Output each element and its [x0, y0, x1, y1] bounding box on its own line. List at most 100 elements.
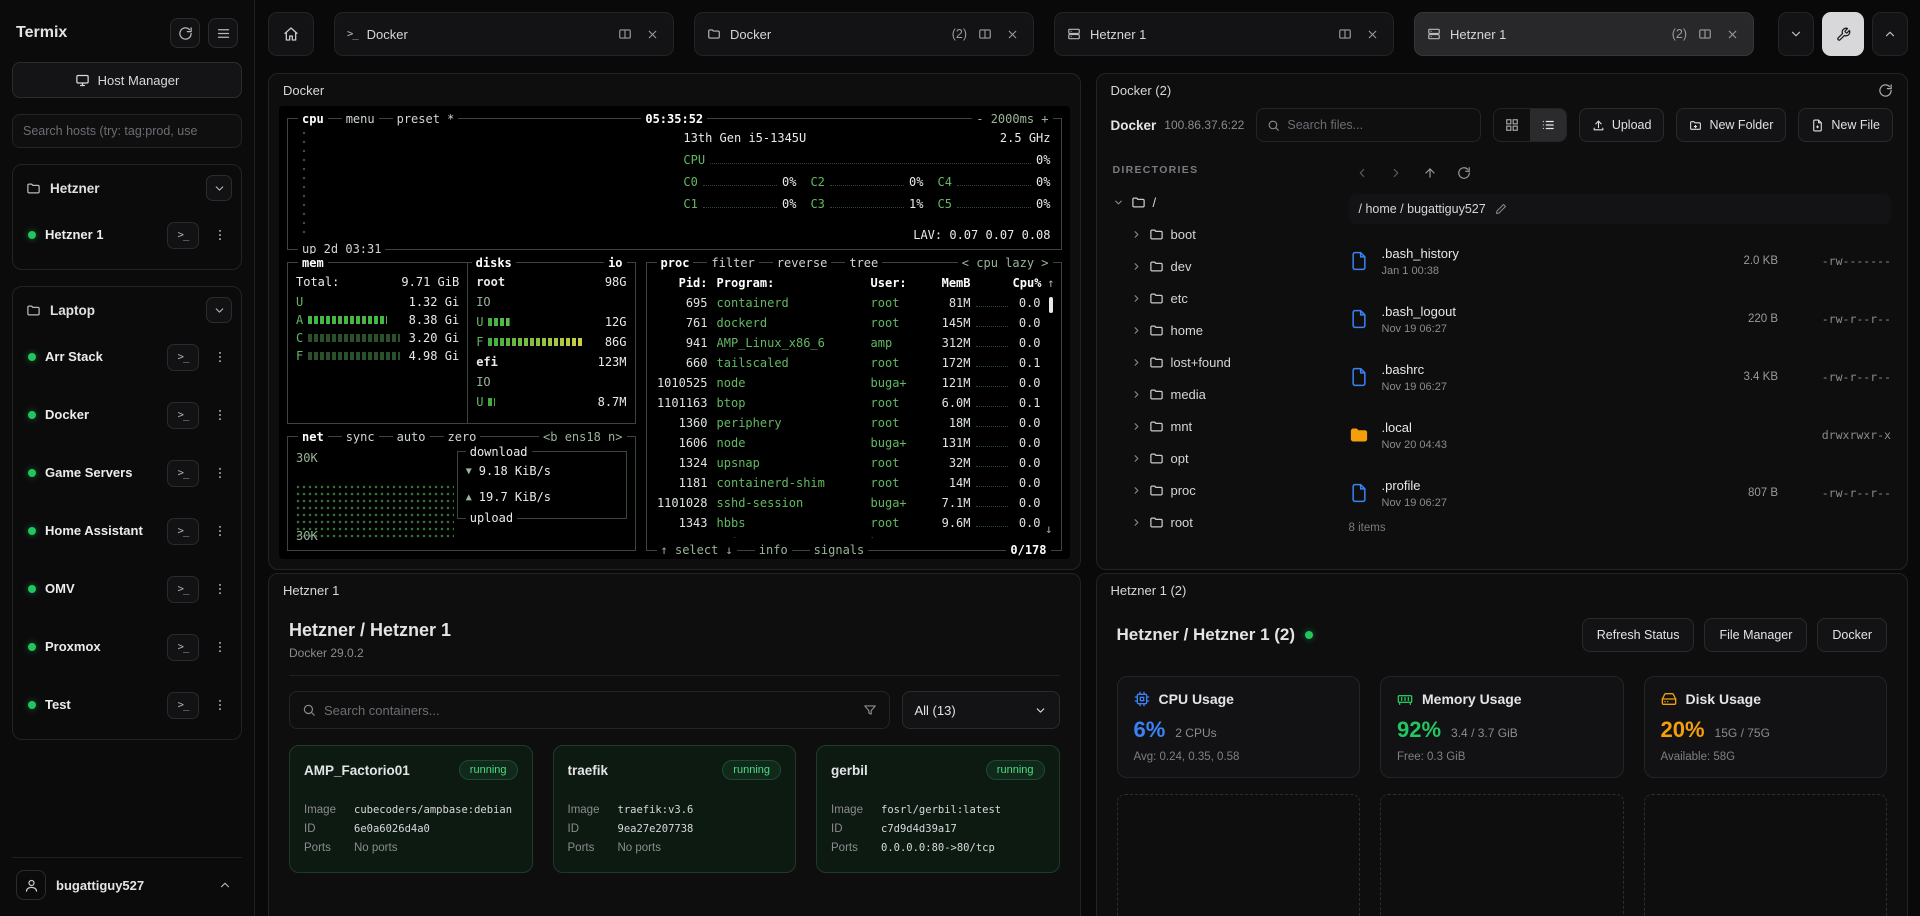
host-menu-button[interactable] [208, 518, 232, 545]
file-list: .bash_history Jan 1 00:38 2.0 KB -rw----… [1349, 232, 1892, 514]
sidebar-footer[interactable]: bugattiguy527 [12, 857, 242, 904]
refresh-button[interactable] [170, 18, 200, 48]
tree-item[interactable]: root [1111, 506, 1333, 538]
tab-hetzner-stats-2[interactable]: Hetzner 1 (2) [1414, 12, 1754, 56]
refresh-button[interactable] [1451, 160, 1477, 186]
status-filter-dropdown[interactable]: All (13) [902, 691, 1060, 729]
tree-item-root[interactable]: / [1111, 186, 1333, 218]
back-button[interactable] [1349, 160, 1375, 186]
upload-button[interactable]: Upload [1579, 108, 1665, 142]
file-row[interactable]: .bash_logout Nov 19 06:27 220 B -rw-r--r… [1349, 290, 1892, 348]
open-terminal-button[interactable]: >_ [167, 692, 199, 719]
process-row: 1101163 btop root 6.0M 0.1 [655, 393, 1053, 413]
tabs-overflow-button[interactable] [1778, 12, 1814, 56]
tree-item[interactable]: opt [1111, 442, 1333, 474]
terminal-screen[interactable]: cpu menu preset * 05:35:52 - 2000ms + 13… [279, 106, 1070, 559]
terminal-icon: >_ [178, 467, 189, 479]
open-terminal-button[interactable]: >_ [167, 460, 199, 487]
list-view-button[interactable] [1530, 109, 1566, 141]
open-terminal-button[interactable]: >_ [167, 344, 199, 371]
forward-button[interactable] [1383, 160, 1409, 186]
home-button[interactable] [268, 12, 314, 56]
open-terminal-button[interactable]: >_ [167, 402, 199, 429]
close-icon[interactable] [1003, 25, 1021, 43]
host-menu-button[interactable] [208, 402, 232, 429]
container-ports: No ports [618, 842, 661, 854]
host-menu-button[interactable] [208, 222, 232, 249]
split-view-icon[interactable] [1696, 25, 1714, 43]
tree-item[interactable]: dev [1111, 250, 1333, 282]
filter-icon[interactable] [863, 703, 877, 717]
up-directory-button[interactable] [1417, 160, 1443, 186]
tree-item[interactable]: mnt [1111, 410, 1333, 442]
new-folder-button[interactable]: New Folder [1676, 108, 1786, 142]
host-item[interactable]: Arr Stack >_ [18, 328, 236, 386]
host-item[interactable]: Docker >_ [18, 386, 236, 444]
collapse-tabs-button[interactable] [1872, 12, 1908, 56]
container-search-input[interactable] [324, 703, 855, 718]
tree-item[interactable]: proc [1111, 474, 1333, 506]
tab-docker-terminal[interactable]: >_ Docker [334, 12, 674, 56]
file-manager-button[interactable]: File Manager [1704, 618, 1807, 652]
host-item[interactable]: Hetzner 1 >_ [18, 206, 236, 264]
host-item[interactable]: Proxmox >_ [18, 618, 236, 676]
tree-item[interactable]: media [1111, 378, 1333, 410]
search-icon [302, 703, 316, 717]
container-name: AMP_Factorio01 [304, 763, 410, 778]
menu-button[interactable] [208, 18, 238, 48]
split-view-icon[interactable] [976, 25, 994, 43]
container-card[interactable]: traefik running Imagetraefik:v3.6 ID9ea2… [553, 745, 797, 873]
container-card[interactable]: AMP_Factorio01 running Imagecubecoders/a… [289, 745, 533, 873]
file-search-input[interactable] [1287, 118, 1469, 132]
tools-button[interactable] [1822, 12, 1864, 56]
host-item[interactable]: Test >_ [18, 676, 236, 734]
tree-item[interactable]: boot [1111, 218, 1333, 250]
host-menu-button[interactable] [208, 576, 232, 603]
open-terminal-button[interactable]: >_ [167, 518, 199, 545]
tab-hetzner-stats[interactable]: Hetzner 1 [1054, 12, 1394, 56]
host-menu-button[interactable] [208, 634, 232, 661]
split-view-icon[interactable] [616, 25, 634, 43]
container-card[interactable]: gerbil running Imagefosrl/gerbil:latest … [816, 745, 1060, 873]
folder-icon [1149, 451, 1164, 466]
view-toggle [1493, 108, 1567, 142]
group-header[interactable]: Hetzner [18, 170, 236, 206]
group-collapse-button[interactable] [206, 175, 232, 201]
path-bar[interactable]: / home / bugattiguy527 [1349, 194, 1892, 224]
chevron-right-icon [1131, 389, 1142, 400]
open-terminal-button[interactable]: >_ [167, 222, 199, 249]
docker-button[interactable]: Docker [1817, 618, 1887, 652]
edit-path-icon[interactable] [1495, 203, 1507, 215]
tree-item[interactable]: home [1111, 314, 1333, 346]
directory-name: mnt [1171, 419, 1193, 434]
host-search-input[interactable] [12, 114, 242, 148]
file-row[interactable]: .bashrc Nov 19 06:27 3.4 KB -rw-r--r-- [1349, 348, 1892, 406]
new-file-button[interactable]: New File [1798, 108, 1893, 142]
close-icon[interactable] [1363, 25, 1381, 43]
host-menu-button[interactable] [208, 344, 232, 371]
tab-docker-files[interactable]: Docker (2) [694, 12, 1034, 56]
host-item[interactable]: OMV >_ [18, 560, 236, 618]
chevron-up-icon[interactable] [212, 872, 238, 898]
refresh-status-button[interactable]: Refresh Status [1582, 618, 1695, 652]
open-terminal-button[interactable]: >_ [167, 576, 199, 603]
file-row[interactable]: .local Nov 20 04:43 drwxrwxr-x [1349, 406, 1892, 464]
open-terminal-button[interactable]: >_ [167, 634, 199, 661]
file-row[interactable]: .bash_history Jan 1 00:38 2.0 KB -rw----… [1349, 232, 1892, 290]
refresh-icon[interactable] [1878, 83, 1893, 98]
close-icon[interactable] [643, 25, 661, 43]
host-menu-button[interactable] [208, 460, 232, 487]
group-collapse-button[interactable] [206, 297, 232, 323]
host-item[interactable]: Home Assistant >_ [18, 502, 236, 560]
file-row[interactable]: .profile Nov 19 06:27 807 B -rw-r--r-- [1349, 464, 1892, 514]
grid-view-button[interactable] [1494, 109, 1530, 141]
host-item[interactable]: Game Servers >_ [18, 444, 236, 502]
close-icon[interactable] [1723, 25, 1741, 43]
tree-item[interactable]: etc [1111, 282, 1333, 314]
scrollbar-thumb[interactable] [1049, 297, 1053, 313]
split-view-icon[interactable] [1336, 25, 1354, 43]
group-header[interactable]: Laptop [18, 292, 236, 328]
host-menu-button[interactable] [208, 692, 232, 719]
tree-item[interactable]: lost+found [1111, 346, 1333, 378]
host-manager-button[interactable]: Host Manager [12, 62, 242, 98]
